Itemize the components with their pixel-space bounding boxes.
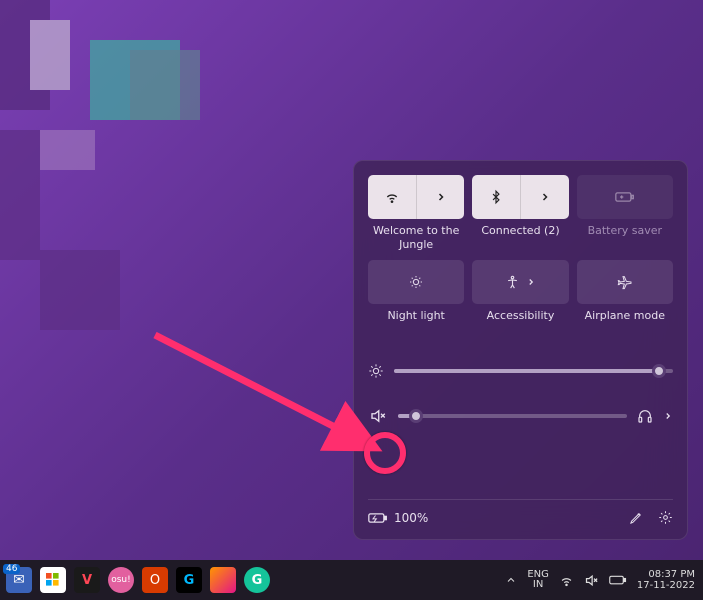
battery-percent: 100% bbox=[394, 511, 428, 525]
quick-settings-panel: Welcome to the Jungle Connected (2) Batt… bbox=[353, 160, 688, 540]
store-icon bbox=[46, 573, 60, 587]
battery-saver-icon bbox=[615, 190, 635, 204]
battery-status[interactable]: 100% bbox=[368, 511, 428, 525]
tray-battery-icon[interactable] bbox=[609, 574, 627, 586]
brightness-slider[interactable] bbox=[394, 369, 673, 373]
audio-output-button[interactable] bbox=[637, 408, 653, 424]
settings-button[interactable] bbox=[658, 510, 673, 525]
volume-row bbox=[368, 407, 673, 425]
taskbar-app-mail[interactable]: ✉ 46 bbox=[6, 567, 32, 593]
tray-volume-icon[interactable] bbox=[584, 573, 599, 588]
taskbar-clock[interactable]: 08:37 PM 17-11-2022 bbox=[637, 569, 695, 591]
language-line2: IN bbox=[527, 580, 549, 590]
taskbar-app-microsoft-store[interactable] bbox=[40, 567, 66, 593]
wifi-icon bbox=[384, 189, 400, 205]
tray-overflow-button[interactable] bbox=[505, 574, 517, 586]
night-light-tile[interactable] bbox=[368, 260, 464, 304]
taskbar-app-valorant[interactable]: V bbox=[74, 567, 100, 593]
airplane-mode-tile[interactable] bbox=[577, 260, 673, 304]
battery-charging-icon bbox=[609, 574, 627, 586]
chevron-right-icon bbox=[539, 191, 551, 203]
wifi-label: Welcome to the Jungle bbox=[368, 224, 464, 252]
gear-icon bbox=[658, 510, 673, 525]
tray-wifi-icon[interactable] bbox=[559, 573, 574, 588]
chevron-right-icon bbox=[435, 191, 447, 203]
desktop-wallpaper bbox=[0, 0, 250, 350]
volume-slider[interactable] bbox=[398, 414, 627, 418]
quick-settings-footer: 100% bbox=[368, 499, 673, 525]
airplane-mode-label: Airplane mode bbox=[585, 309, 665, 337]
annotation-circle bbox=[364, 432, 406, 474]
wifi-tile[interactable] bbox=[368, 175, 464, 219]
taskbar-app-office[interactable]: O bbox=[142, 567, 168, 593]
taskbar-app-grammarly[interactable]: G bbox=[244, 567, 270, 593]
night-light-icon bbox=[408, 274, 424, 290]
quick-settings-grid: Welcome to the Jungle Connected (2) Batt… bbox=[368, 175, 673, 337]
accessibility-label: Accessibility bbox=[487, 309, 555, 337]
mail-count-badge: 46 bbox=[3, 564, 20, 574]
taskbar: ✉ 46 V osu! O G G ENG IN 08:37 PM bbox=[0, 560, 703, 600]
battery-saver-tile bbox=[577, 175, 673, 219]
headphones-icon bbox=[637, 408, 653, 424]
brightness-row bbox=[368, 363, 673, 379]
taskbar-app-osu[interactable]: osu! bbox=[108, 567, 134, 593]
chevron-right-icon[interactable] bbox=[663, 411, 673, 421]
clock-time: 08:37 PM bbox=[637, 569, 695, 580]
bluetooth-toggle-button[interactable] bbox=[472, 175, 520, 219]
edit-quick-settings-button[interactable] bbox=[629, 510, 644, 525]
battery-charging-icon bbox=[368, 512, 388, 524]
wifi-expand-button[interactable] bbox=[416, 175, 465, 219]
night-light-label: Night light bbox=[387, 309, 444, 337]
wifi-toggle-button[interactable] bbox=[368, 175, 416, 219]
volume-muted-icon bbox=[584, 573, 599, 588]
taskbar-app-firefox[interactable] bbox=[210, 567, 236, 593]
battery-saver-label: Battery saver bbox=[588, 224, 662, 252]
language-indicator[interactable]: ENG IN bbox=[527, 570, 549, 590]
bluetooth-expand-button[interactable] bbox=[520, 175, 569, 219]
wifi-icon bbox=[559, 573, 574, 588]
accessibility-icon bbox=[505, 275, 520, 290]
bluetooth-label: Connected (2) bbox=[481, 224, 559, 252]
taskbar-app-logitech-g[interactable]: G bbox=[176, 567, 202, 593]
volume-muted-icon bbox=[369, 407, 387, 425]
airplane-icon bbox=[617, 274, 633, 290]
clock-date: 17-11-2022 bbox=[637, 580, 695, 591]
bluetooth-icon bbox=[489, 189, 503, 205]
bluetooth-tile[interactable] bbox=[472, 175, 568, 219]
brightness-icon bbox=[368, 363, 384, 379]
chevron-up-icon bbox=[505, 574, 517, 586]
volume-mute-button[interactable] bbox=[368, 407, 388, 425]
accessibility-tile[interactable] bbox=[472, 260, 568, 304]
chevron-right-icon bbox=[526, 277, 536, 287]
pencil-icon bbox=[629, 510, 644, 525]
